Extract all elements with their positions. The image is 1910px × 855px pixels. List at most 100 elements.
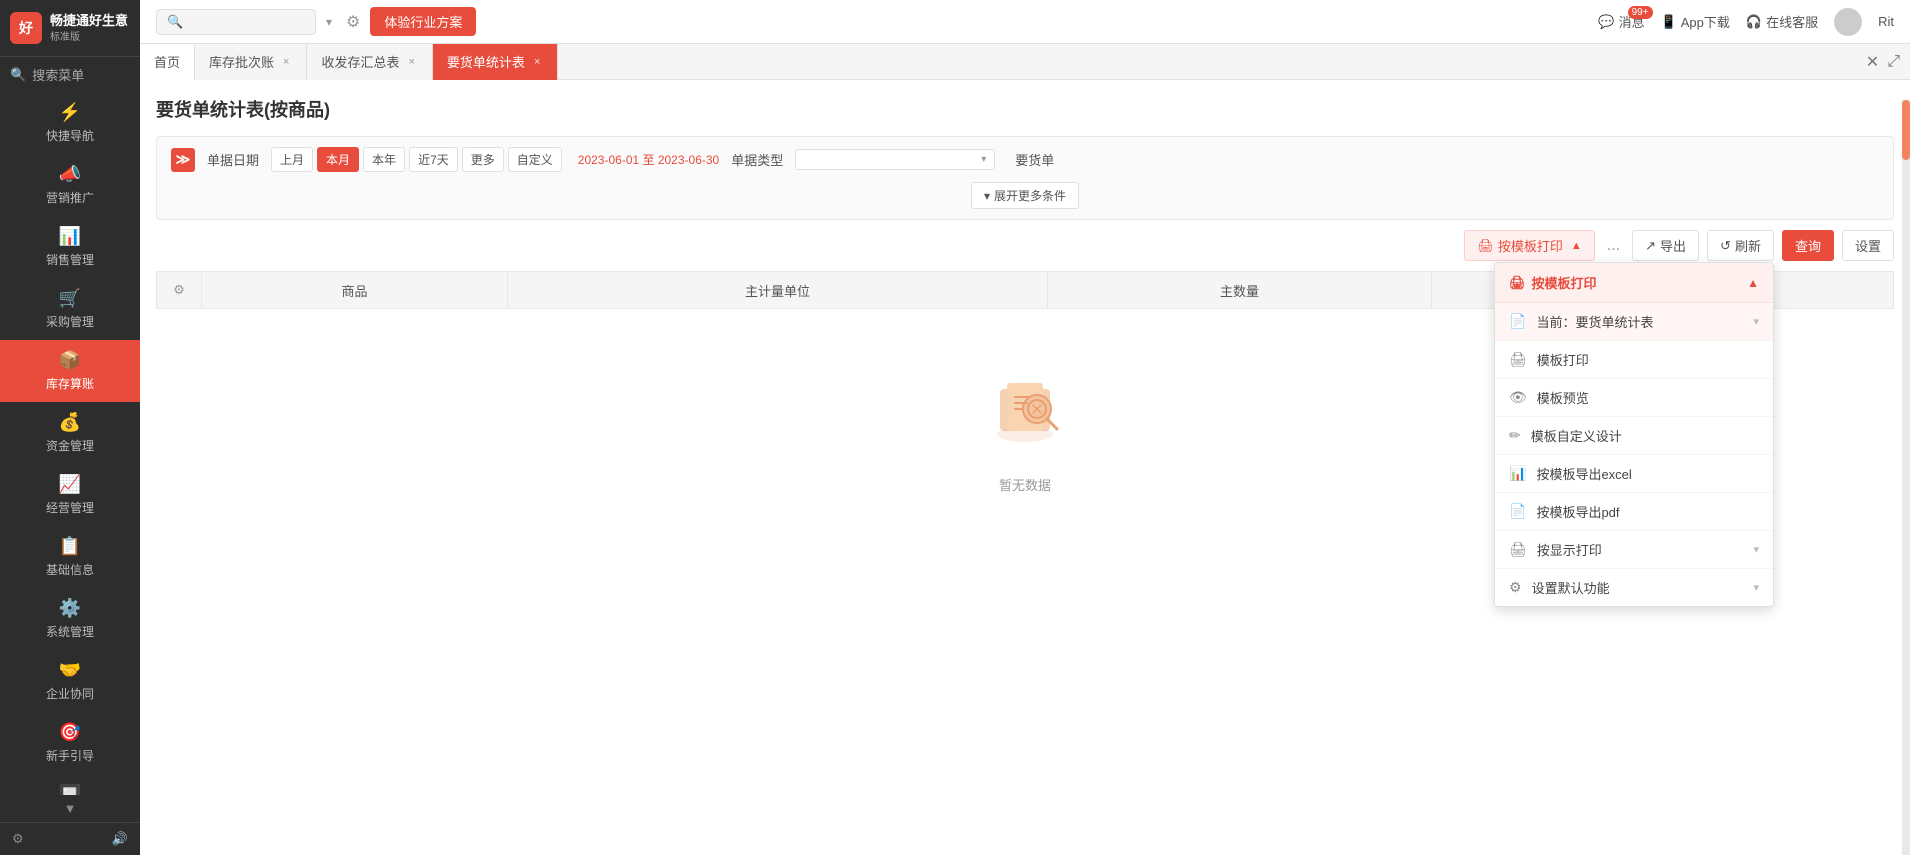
filter-row-1: ≫ 单据日期 上月 本月 本年 近7天 更多 自定义 2023-06-01 至 … <box>171 147 1879 172</box>
template-design-label: 模板自定义设计 <box>1531 426 1622 445</box>
print-button[interactable]: 🖨 按模板打印 ▲ <box>1464 230 1594 261</box>
tab-receivables[interactable]: 收发存汇总表 × <box>307 44 432 80</box>
sidebar-item-sales[interactable]: 📊 销售管理 <box>0 216 140 278</box>
refresh-label: 刷新 <box>1735 236 1761 255</box>
operations-label: 经营管理 <box>46 499 94 516</box>
sidebar-item-system[interactable]: ⚙️ 系统管理 <box>0 588 140 650</box>
sidebar-item-quick-nav[interactable]: ⚡ 快捷导航 <box>0 92 140 154</box>
online-service-icon: 🎧 <box>1746 14 1762 30</box>
guide-icon: 🎯 <box>59 722 81 743</box>
online-service-label: 在线客服 <box>1766 12 1818 31</box>
date-btn-last-7-days[interactable]: 近7天 <box>409 147 458 172</box>
top-search-box[interactable]: 🔍 <box>156 9 316 35</box>
avatar[interactable] <box>1834 8 1862 36</box>
top-gear-icon[interactable]: ⚙ <box>346 12 360 32</box>
app-download-label: App下载 <box>1681 12 1730 31</box>
tab-inventory-batch[interactable]: 库存批次账 × <box>195 44 307 80</box>
sidebar-search[interactable]: 🔍 搜索菜单 <box>0 57 140 92</box>
sidebar-item-enterprise[interactable]: 🤝 企业协同 <box>0 650 140 712</box>
sidebar-item-marketing[interactable]: 📣 营销推广 <box>0 154 140 216</box>
system-icon: ⚙️ <box>59 598 81 619</box>
date-btn-this-month[interactable]: 本月 <box>317 147 359 172</box>
system-label: 系统管理 <box>46 623 94 640</box>
export-button[interactable]: ↗ 导出 <box>1632 230 1699 261</box>
refresh-button[interactable]: ↺ 刷新 <box>1707 230 1774 261</box>
sidebar-footer: ⚙ 🔊 <box>0 822 140 855</box>
app-download-action[interactable]: 📱 App下载 <box>1661 12 1730 31</box>
messages-action[interactable]: 💬 消息 99+ <box>1598 12 1644 31</box>
dropdown-template-export-excel[interactable]: 📊 按模板导出excel <box>1495 455 1773 493</box>
sidebar-scroll-down[interactable]: ▼ <box>0 795 140 822</box>
footer-settings-icon[interactable]: ⚙ <box>12 831 24 847</box>
dropdown-default-settings[interactable]: ⚙ 设置默认功能 ▾ <box>1495 569 1773 606</box>
inventory-label: 库存算账 <box>46 375 94 392</box>
tab-inventory-batch-close[interactable]: × <box>280 55 292 69</box>
dropdown-template-print[interactable]: 🖨 模板打印 <box>1495 341 1773 379</box>
sidebar-item-app-center[interactable]: 🔲 应用中心 <box>0 774 140 795</box>
date-btn-more[interactable]: 更多 <box>462 147 504 172</box>
app-name: 畅捷通好生意 <box>50 13 128 29</box>
export-label: 导出 <box>1660 236 1686 255</box>
tab-expand-close-icon[interactable]: ✕ <box>1866 52 1879 72</box>
col-settings: ⚙ <box>157 272 202 309</box>
footer-sound-icon[interactable]: 🔊 <box>112 831 128 847</box>
tab-requisition-stats-close[interactable]: × <box>531 55 543 69</box>
dropdown-template-design[interactable]: ✏ 模板自定义设计 <box>1495 417 1773 455</box>
tab-home[interactable]: 首页 <box>140 44 195 80</box>
sidebar-item-purchase[interactable]: 🛒 采购管理 <box>0 278 140 340</box>
tabs-bar: 首页 库存批次账 × 收发存汇总表 × 要货单统计表 × ✕ ⤢ <box>140 44 1910 80</box>
dropdown-collapse-arrow[interactable]: ▲ <box>1747 276 1759 290</box>
template-preview-icon: 👁 <box>1509 389 1527 406</box>
top-bar: 🔍 ▾ ⚙ 体验行业方案 💬 消息 99+ 📱 App下载 🎧 在线客服 Rit <box>140 0 1910 44</box>
dropdown-template-preview[interactable]: 👁 模板预览 <box>1495 379 1773 417</box>
date-btn-last-month[interactable]: 上月 <box>271 147 313 172</box>
date-btn-this-year[interactable]: 本年 <box>363 147 405 172</box>
expand-conditions-icon: ▾ <box>984 189 990 203</box>
app-subtitle: 标准版 <box>50 28 128 43</box>
user-name[interactable]: Rit <box>1878 14 1894 29</box>
online-service-action[interactable]: 🎧 在线客服 <box>1746 12 1818 31</box>
sidebar-item-guide[interactable]: 🎯 新手引导 <box>0 712 140 774</box>
default-settings-arrow: ▾ <box>1753 581 1759 594</box>
dropdown-template-export-pdf[interactable]: 📄 按模板导出pdf <box>1495 493 1773 531</box>
tab-receivables-close[interactable]: × <box>405 55 417 69</box>
dropdown-title: 按模板打印 <box>1532 273 1597 292</box>
bill-type-label: 单据类型 <box>731 150 783 169</box>
sidebar-item-basics[interactable]: 📋 基础信息 <box>0 526 140 588</box>
tabs-expand: ✕ ⤢ <box>1856 44 1910 80</box>
print-label: 按模板打印 <box>1498 236 1563 255</box>
toolbar-dots[interactable]: ... <box>1603 237 1624 255</box>
query-button[interactable]: 查询 <box>1782 230 1834 261</box>
filter-expand-button[interactable]: ≫ <box>171 148 195 172</box>
expand-conditions-button[interactable]: ▾ 展开更多条件 <box>971 182 1079 209</box>
trial-button[interactable]: 体验行业方案 <box>370 7 476 36</box>
bill-type-select[interactable]: ▾ <box>795 149 995 170</box>
print-dropdown: 🖨 按模板打印 ▲ 📄 当前：要货单统计表 ▾ 🖨 模板打印 👁 模板预 <box>1494 262 1774 607</box>
sidebar-item-inventory[interactable]: 📦 库存算账 <box>0 340 140 402</box>
template-export-pdf-icon: 📄 <box>1509 503 1526 520</box>
sidebar-item-operations[interactable]: 📈 经营管理 <box>0 464 140 526</box>
right-scrollbar[interactable] <box>1902 100 1910 855</box>
search-icon: 🔍 <box>10 67 26 83</box>
basics-label: 基础信息 <box>46 561 94 578</box>
operations-icon: 📈 <box>59 474 81 495</box>
sidebar-item-finance[interactable]: 💰 资金管理 <box>0 402 140 464</box>
table-settings-icon[interactable]: ⚙ <box>169 280 189 300</box>
query-label: 查询 <box>1795 236 1821 255</box>
template-export-excel-label: 按模板导出excel <box>1536 464 1631 483</box>
print-arrow: ▲ <box>1571 240 1582 252</box>
date-btn-custom[interactable]: 自定义 <box>508 147 562 172</box>
settings-button[interactable]: 设置 <box>1842 230 1894 261</box>
top-search-input[interactable] <box>189 15 305 29</box>
dropdown-current-template[interactable]: 📄 当前：要货单统计表 ▾ <box>1495 303 1773 341</box>
top-search-chevron[interactable]: ▾ <box>326 15 332 29</box>
dropdown-display-print[interactable]: 🖨 按显示打印 ▾ <box>1495 531 1773 569</box>
template-print-icon: 🖨 <box>1509 351 1527 368</box>
export-icon: ↗ <box>1645 238 1656 254</box>
empty-text: 暂无数据 <box>999 475 1051 494</box>
tab-expand-maximize-icon[interactable]: ⤢ <box>1887 53 1900 71</box>
top-search-icon: 🔍 <box>167 14 183 30</box>
tab-requisition-stats[interactable]: 要货单统计表 × <box>433 44 558 80</box>
app-logo[interactable]: 好 畅捷通好生意 标准版 <box>0 0 140 57</box>
template-print-label: 模板打印 <box>1537 350 1589 369</box>
